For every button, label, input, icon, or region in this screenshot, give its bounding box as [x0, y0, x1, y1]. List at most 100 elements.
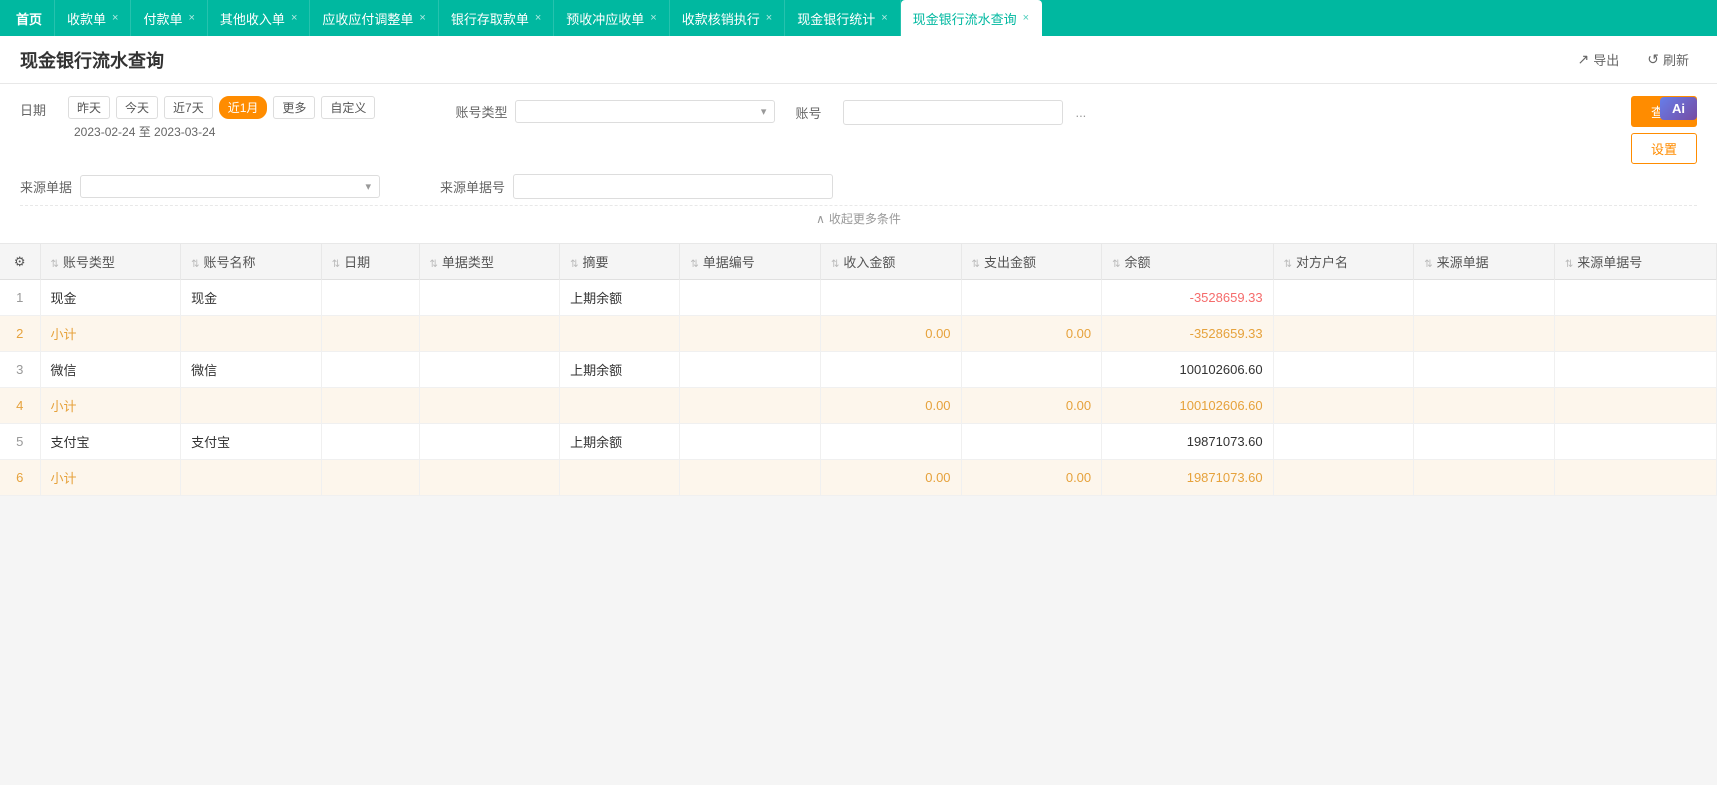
cell-balance: 100102606.60 [1102, 388, 1273, 424]
col-balance[interactable]: ⇅余额 [1102, 244, 1273, 280]
cell-acct-name: 现金 [181, 280, 322, 316]
cell-date [321, 388, 419, 424]
nav-close-prepay[interactable]: × [650, 12, 656, 24]
col-source-docno[interactable]: ⇅来源单据号 [1554, 244, 1716, 280]
cell-summary [560, 388, 680, 424]
cell-balance: 19871073.60 [1102, 424, 1273, 460]
cell-acct-type: 支付宝 [40, 424, 181, 460]
col-source-doc[interactable]: ⇅来源单据 [1414, 244, 1555, 280]
settings-button[interactable]: 设置 [1631, 133, 1697, 164]
col-doc-no[interactable]: ⇅单据编号 [680, 244, 821, 280]
nav-item-other-income[interactable]: 其他收入单 × [208, 0, 310, 36]
date-label: 日期 [20, 100, 60, 119]
sort-balance: ⇅ [1112, 259, 1120, 270]
nav-close-ar-ap[interactable]: × [419, 12, 425, 24]
nav-close-receipt-verify[interactable]: × [766, 12, 772, 24]
filter-area: 日期 昨天 今天 近7天 近1月 更多 自定义 2023-02-24 至 202… [0, 84, 1717, 244]
source-doc-select[interactable]: ▾ [80, 175, 380, 198]
date-btn-7days[interactable]: 近7天 [164, 96, 213, 119]
table-row[interactable]: 3 微信 微信 上期余额 100102606.60 [0, 352, 1717, 388]
nav-close-bank-deposit[interactable]: × [535, 12, 541, 24]
col-date[interactable]: ⇅日期 [321, 244, 419, 280]
date-btn-more[interactable]: 更多 [273, 96, 315, 119]
nav-close-cash-bank-flow[interactable]: × [1023, 12, 1029, 24]
nav-item-prepay-offset[interactable]: 预收冲应收单 × [554, 0, 669, 36]
table-row[interactable]: 5 支付宝 支付宝 上期余额 19871073.60 [0, 424, 1717, 460]
table-row[interactable]: 6 小计 0.00 0.00 19871073.60 [0, 460, 1717, 496]
cell-doc-no [680, 388, 821, 424]
cell-acct-type: 小计 [40, 388, 181, 424]
cell-doc-no [680, 424, 821, 460]
ai-badge[interactable]: Ai [1660, 97, 1697, 120]
source-doc-label: 来源单据 [20, 177, 72, 196]
sort-income: ⇅ [831, 259, 839, 270]
cell-acct-type: 现金 [40, 280, 181, 316]
col-doc-type[interactable]: ⇅单据类型 [419, 244, 560, 280]
cell-summary: 上期余额 [560, 352, 680, 388]
nav-ar-ap-label: 应收应付调整单 [322, 9, 413, 28]
cell-doc-type [419, 388, 560, 424]
sort-counterpart: ⇅ [1284, 259, 1292, 270]
date-btn-custom[interactable]: 自定义 [321, 96, 375, 119]
cell-counterpart [1273, 280, 1414, 316]
table-body: 1 现金 现金 上期余额 -3528659.33 2 小计 0.00 0.00 … [0, 280, 1717, 496]
nav-item-receipt[interactable]: 收款单 × [55, 0, 131, 36]
col-gear[interactable]: ⚙ [0, 244, 40, 280]
nav-item-bank-deposit[interactable]: 银行存取款单 × [439, 0, 554, 36]
col-summary[interactable]: ⇅摘要 [560, 244, 680, 280]
table-row[interactable]: 4 小计 0.00 0.00 100102606.60 [0, 388, 1717, 424]
nav-item-home[interactable]: 首页 [4, 0, 55, 36]
col-expense[interactable]: ⇅支出金额 [961, 244, 1102, 280]
date-btn-today[interactable]: 今天 [116, 96, 158, 119]
cell-date [321, 280, 419, 316]
nav-item-cash-bank-flow[interactable]: 现金银行流水查询 × [901, 0, 1042, 36]
nav-item-payment[interactable]: 付款单 × [131, 0, 207, 36]
date-btn-yesterday[interactable]: 昨天 [68, 96, 110, 119]
nav-item-cash-bank-stat[interactable]: 现金银行统计 × [785, 0, 900, 36]
account-no-input[interactable] [843, 100, 1063, 125]
nav-bank-deposit-label: 银行存取款单 [451, 9, 529, 28]
cell-counterpart [1273, 460, 1414, 496]
cell-income [820, 424, 961, 460]
cell-date [321, 424, 419, 460]
gear-icon[interactable]: ⚙ [14, 254, 26, 269]
cell-expense [961, 280, 1102, 316]
cell-acct-name: 微信 [181, 352, 322, 388]
export-button[interactable]: ↗ 导出 [1570, 46, 1628, 73]
col-acct-name[interactable]: ⇅账号名称 [181, 244, 322, 280]
cell-doc-no [680, 280, 821, 316]
nav-close-payment[interactable]: × [188, 12, 194, 24]
cell-balance: 100102606.60 [1102, 352, 1273, 388]
nav-close-cash-bank-stat[interactable]: × [881, 12, 887, 24]
sort-summary: ⇅ [570, 259, 578, 270]
cell-doc-no [680, 352, 821, 388]
cell-acct-type: 小计 [40, 460, 181, 496]
source-docno-input[interactable] [513, 174, 833, 199]
cell-source-doc [1414, 388, 1555, 424]
nav-close-other-income[interactable]: × [291, 12, 297, 24]
date-btn-1month[interactable]: 近1月 [219, 96, 268, 119]
cell-counterpart [1273, 424, 1414, 460]
cell-income [820, 352, 961, 388]
cell-doc-no [680, 316, 821, 352]
cell-income: 0.00 [820, 460, 961, 496]
col-counterpart[interactable]: ⇅对方户名 [1273, 244, 1414, 280]
table-row[interactable]: 1 现金 现金 上期余额 -3528659.33 [0, 280, 1717, 316]
cell-balance: 19871073.60 [1102, 460, 1273, 496]
nav-close-receipt[interactable]: × [112, 12, 118, 24]
table-container: ⚙ ⇅账号类型 ⇅账号名称 ⇅日期 ⇅单据类型 ⇅摘要 ⇅单据编 [0, 244, 1717, 496]
nav-item-ar-ap-adjust[interactable]: 应收应付调整单 × [310, 0, 438, 36]
collapse-conditions-bar[interactable]: ∧ 收起更多条件 [20, 205, 1697, 231]
source-doc-arrow: ▾ [365, 180, 371, 193]
account-type-select[interactable]: ▾ [515, 100, 775, 123]
cell-counterpart [1273, 316, 1414, 352]
cell-balance: -3528659.33 [1102, 316, 1273, 352]
nav-item-receipt-verify[interactable]: 收款核销执行 × [670, 0, 785, 36]
cell-income: 0.00 [820, 316, 961, 352]
col-acct-type[interactable]: ⇅账号类型 [40, 244, 181, 280]
table-row[interactable]: 2 小计 0.00 0.00 -3528659.33 [0, 316, 1717, 352]
account-no-more[interactable]: ... [1071, 101, 1090, 124]
page-header: 现金银行流水查询 ↗ 导出 ↺ 刷新 [0, 36, 1717, 84]
refresh-button[interactable]: ↺ 刷新 [1639, 46, 1697, 73]
col-income[interactable]: ⇅收入金额 [820, 244, 961, 280]
